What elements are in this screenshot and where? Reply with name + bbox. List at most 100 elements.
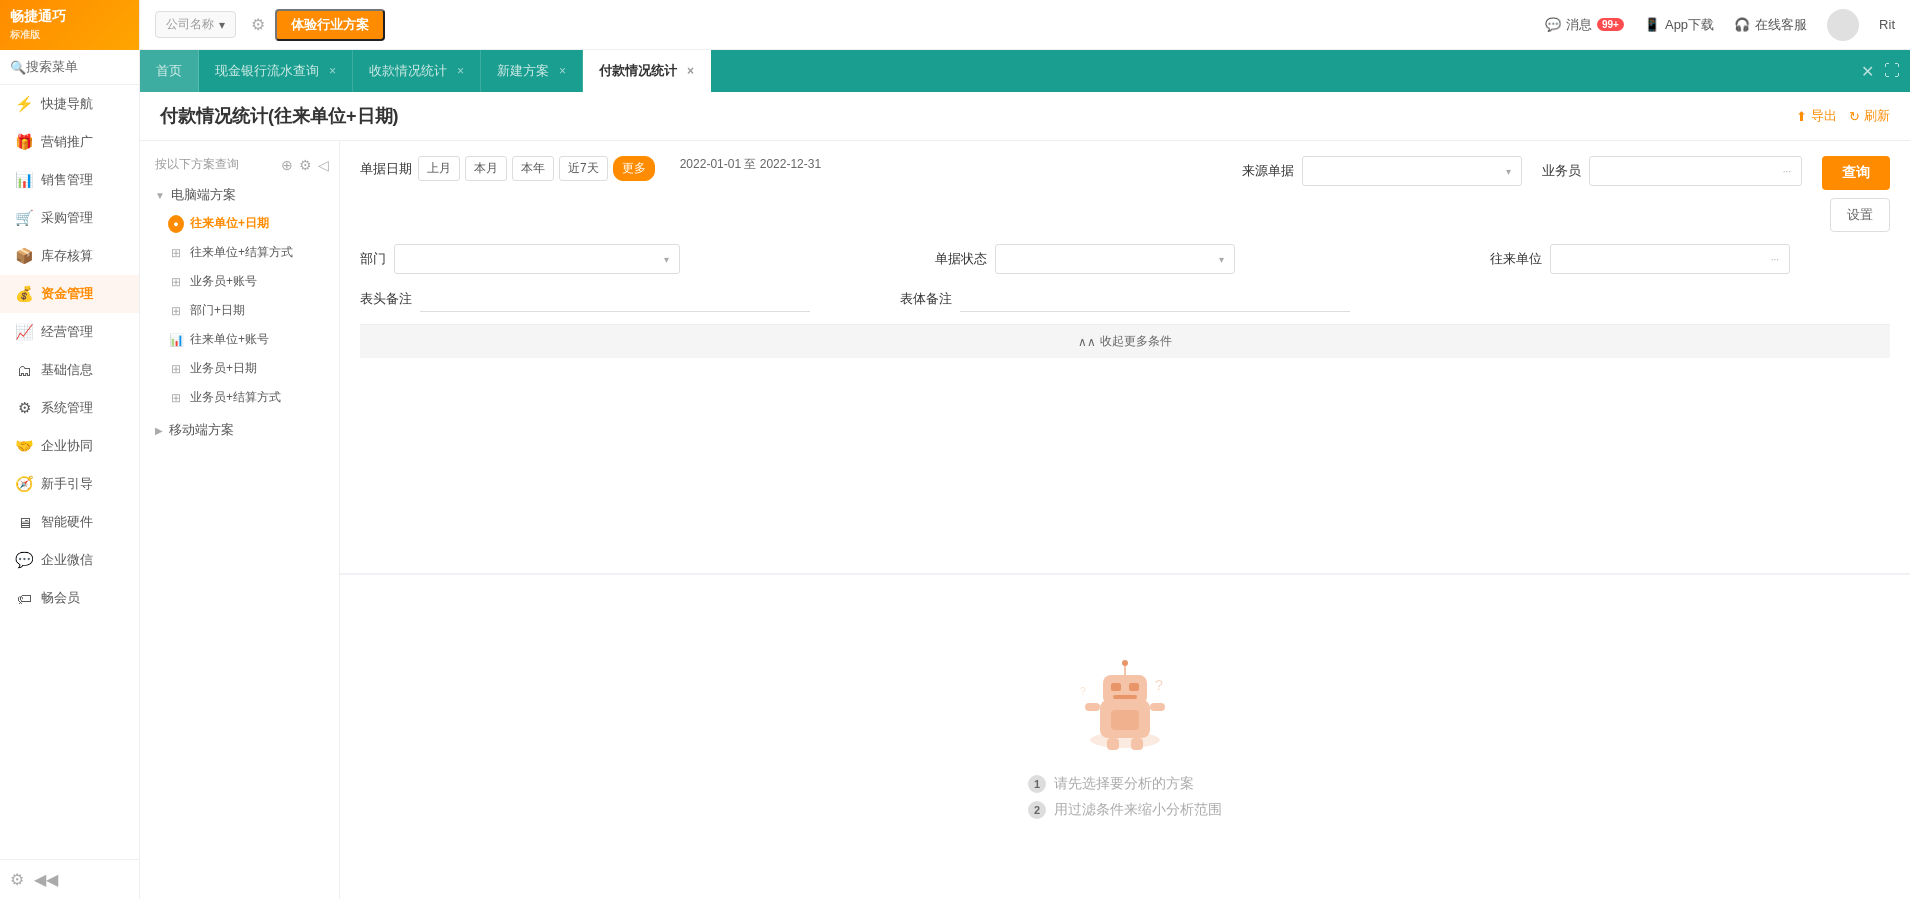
query-button[interactable]: 查询 xyxy=(1822,156,1890,190)
refresh-button[interactable]: ↻ 刷新 xyxy=(1849,107,1890,125)
company-selector[interactable]: 公司名称 ▾ xyxy=(155,11,236,38)
sidebar-item-purchase[interactable]: 🛒 采购管理 xyxy=(0,199,139,237)
sidebar-item-hardware[interactable]: 🖥 智能硬件 xyxy=(0,503,139,541)
source-doc-select[interactable]: ▾ xyxy=(1302,156,1522,186)
staff-filter: 业务员 ··· xyxy=(1542,156,1802,186)
scheme-item-unit-settle[interactable]: ⊞ 往来单位+结算方式 xyxy=(140,238,339,267)
collapse-sidebar-icon[interactable]: ◀◀ xyxy=(34,870,58,889)
table-icon-4: ⊞ xyxy=(168,361,184,377)
app-logo: 畅捷通巧 标准版 xyxy=(0,0,139,50)
scheme-item-unit-date[interactable]: ● 往来单位+日期 xyxy=(140,209,339,238)
add-scheme-icon[interactable]: ⊕ xyxy=(281,157,293,173)
settings-icon[interactable]: ⚙ xyxy=(251,15,265,34)
filter-row-1: 单据日期 上月 本月 本年 近7天 更多 2022-01-01 至 2022-1… xyxy=(360,156,1890,232)
right-area: 单据日期 上月 本月 本年 近7天 更多 2022-01-01 至 2022-1… xyxy=(340,141,1910,899)
svg-text:?: ? xyxy=(1155,677,1163,693)
receipt-stats-close-icon[interactable]: × xyxy=(457,64,464,78)
dept-filter: 部门 ▾ xyxy=(360,244,680,274)
dept-select[interactable]: ▾ xyxy=(394,244,680,274)
export-icon: ⬆ xyxy=(1796,109,1807,124)
sidebar-item-marketing[interactable]: 🎁 营销推广 xyxy=(0,123,139,161)
svg-text:?: ? xyxy=(1080,686,1086,697)
query-btn-group: 查询 设置 xyxy=(1822,156,1890,232)
scheme-item-unit-account[interactable]: 📊 往来单位+账号 xyxy=(140,325,339,354)
page-actions: ⬆ 导出 ↻ 刷新 xyxy=(1796,107,1890,125)
chart-icon: 📊 xyxy=(168,332,184,348)
mobile-scheme-group: ▶ 移动端方案 xyxy=(140,416,339,444)
related-unit-filter: 往来单位 ··· xyxy=(1490,244,1790,274)
collapse-panel-icon[interactable]: ◁ xyxy=(318,157,329,173)
sidebar-item-quick-nav[interactable]: ⚡ 快捷导航 xyxy=(0,85,139,123)
phone-icon: 📱 xyxy=(1644,17,1660,32)
scheme-item-staff-settle[interactable]: ⊞ 业务员+结算方式 xyxy=(140,383,339,412)
active-scheme-dot: ● xyxy=(168,215,184,233)
this-month-btn[interactable]: 本月 xyxy=(465,156,507,181)
sidebar-item-system[interactable]: ⚙ 系统管理 xyxy=(0,389,139,427)
tab-bank-flow[interactable]: 现金银行流水查询 × xyxy=(199,50,353,92)
sidebar-item-member[interactable]: 🏷 畅会员 xyxy=(0,579,139,617)
setting-button[interactable]: 设置 xyxy=(1830,198,1890,232)
more-date-btn[interactable]: 更多 xyxy=(613,156,655,181)
body-note-input[interactable] xyxy=(960,286,1350,312)
scheme-item-staff-date[interactable]: ⊞ 业务员+日期 xyxy=(140,354,339,383)
trial-button[interactable]: 体验行业方案 xyxy=(275,9,385,41)
search-menu[interactable]: 🔍 搜索菜单 xyxy=(0,50,139,85)
finance-icon: 💰 xyxy=(15,285,33,303)
desktop-group-title[interactable]: ▼ 电脑端方案 xyxy=(140,181,339,209)
sidebar-item-inventory[interactable]: 📦 库存核算 xyxy=(0,237,139,275)
scheme-item-dept-date[interactable]: ⊞ 部门+日期 xyxy=(140,296,339,325)
svg-rect-5 xyxy=(1113,695,1137,699)
tab-home[interactable]: 首页 xyxy=(140,50,199,92)
sidebar-item-finance[interactable]: 💰 资金管理 xyxy=(0,275,139,313)
staff-select[interactable]: ··· xyxy=(1589,156,1802,186)
tab-payment-stats[interactable]: 付款情况统计 × xyxy=(583,50,711,92)
last-7days-btn[interactable]: 近7天 xyxy=(559,156,608,181)
left-panel-header: 按以下方案查询 ⊕ ⚙ ◁ xyxy=(140,151,339,181)
empty-hint-2: 2 用过滤条件来缩小分析范围 xyxy=(1028,801,1222,819)
inventory-icon: 📦 xyxy=(15,247,33,265)
new-scheme-close-icon[interactable]: × xyxy=(559,64,566,78)
tab-receipt-stats[interactable]: 收款情况统计 × xyxy=(353,50,481,92)
svg-rect-9 xyxy=(1150,703,1165,711)
sidebar-item-wechat[interactable]: 💬 企业微信 xyxy=(0,541,139,579)
svg-rect-12 xyxy=(1111,710,1139,730)
app-download-button[interactable]: 📱 App下载 xyxy=(1644,16,1714,34)
online-service-button[interactable]: 🎧 在线客服 xyxy=(1734,16,1807,34)
mobile-group-title[interactable]: ▶ 移动端方案 xyxy=(140,416,339,444)
sidebar-item-sales[interactable]: 📊 销售管理 xyxy=(0,161,139,199)
sidebar-item-operations[interactable]: 📈 经营管理 xyxy=(0,313,139,351)
scheme-item-staff-account[interactable]: ⊞ 业务员+账号 xyxy=(140,267,339,296)
this-year-btn[interactable]: 本年 xyxy=(512,156,554,181)
purchase-icon: 🛒 xyxy=(15,209,33,227)
app-name: 畅捷通巧 xyxy=(10,8,66,26)
related-unit-select[interactable]: ··· xyxy=(1550,244,1790,274)
sidebar-item-basics[interactable]: 🗂 基础信息 xyxy=(0,351,139,389)
company-name: 公司名称 xyxy=(166,16,214,33)
filter-panel: 单据日期 上月 本月 本年 近7天 更多 2022-01-01 至 2022-1… xyxy=(340,141,1910,573)
maximize-tab-icon[interactable]: ⛶ xyxy=(1884,62,1900,80)
settings-bottom-icon[interactable]: ⚙ xyxy=(10,870,24,889)
header-note-input[interactable] xyxy=(420,286,810,312)
svg-rect-4 xyxy=(1129,683,1139,691)
close-tab-icon[interactable]: ✕ xyxy=(1861,62,1874,81)
main-content: 付款情况统计(往来单位+日期) ⬆ 导出 ↻ 刷新 按以下方案查询 ⊕ ⚙ ◁ xyxy=(140,92,1910,899)
user-avatar[interactable] xyxy=(1827,9,1859,41)
wechat-icon: 💬 xyxy=(15,551,33,569)
scheme-settings-icon[interactable]: ⚙ xyxy=(299,157,312,173)
sidebar-item-enterprise[interactable]: 🤝 企业协同 xyxy=(0,427,139,465)
doc-status-select[interactable]: ▾ xyxy=(995,244,1235,274)
payment-stats-tab-label: 付款情况统计 xyxy=(599,62,677,80)
last-month-btn[interactable]: 上月 xyxy=(418,156,460,181)
search-icon: 🔍 xyxy=(10,60,26,75)
message-button[interactable]: 💬 消息 99+ xyxy=(1545,16,1624,34)
empty-state: ? ? 1 请先选择要分析的方案 2 用过滤条件来缩小分析范围 xyxy=(340,575,1910,899)
dept-arrow: ▾ xyxy=(664,254,669,265)
tab-new-scheme[interactable]: 新建方案 × xyxy=(481,50,583,92)
collapse-filter-btn[interactable]: ∧∧ 收起更多条件 xyxy=(360,324,1890,358)
svg-rect-3 xyxy=(1111,683,1121,691)
payment-stats-close-icon[interactable]: × xyxy=(687,64,694,78)
bank-flow-close-icon[interactable]: × xyxy=(329,64,336,78)
sidebar-item-guide[interactable]: 🧭 新手引导 xyxy=(0,465,139,503)
export-button[interactable]: ⬆ 导出 xyxy=(1796,107,1837,125)
svg-rect-8 xyxy=(1085,703,1100,711)
